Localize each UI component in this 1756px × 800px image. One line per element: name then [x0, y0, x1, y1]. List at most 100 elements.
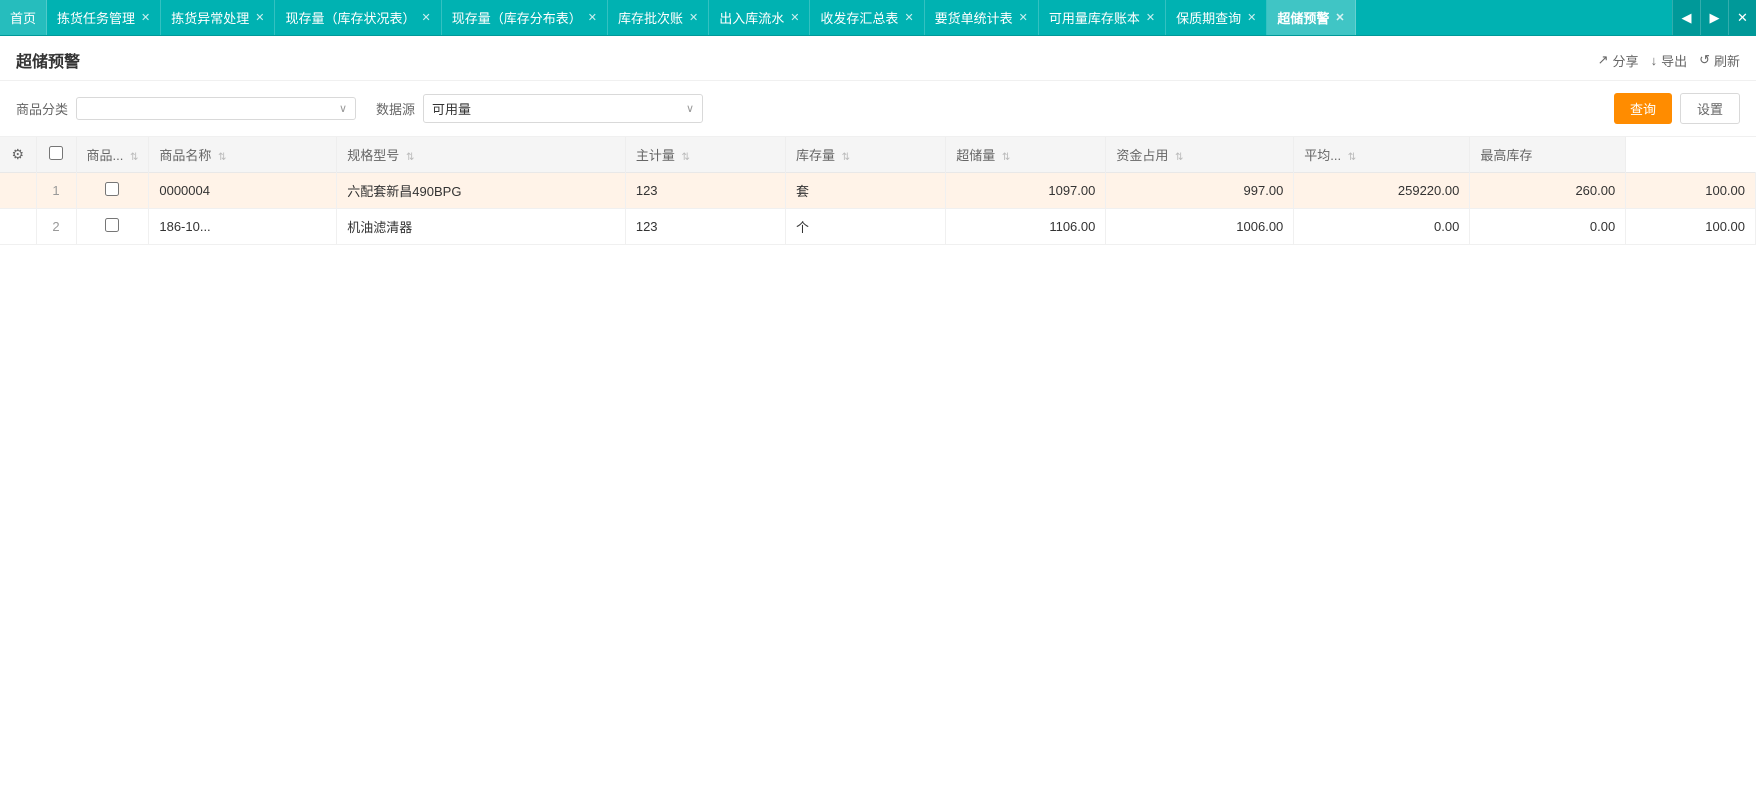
- nav-item-收发存汇总表[interactable]: 收发存汇总表 ✕: [810, 0, 924, 36]
- category-chevron-icon: ∨: [339, 102, 347, 115]
- sort-avg-icon: ⇅: [1348, 152, 1356, 163]
- col-product-name-label: 商品名称: [159, 148, 211, 163]
- category-filter-group: 商品分类 ∨: [16, 97, 356, 120]
- row-max-stock: 100.00: [1626, 173, 1756, 209]
- page-header: 超储预警 ↗ 分享 ↓ 导出 ↺ 刷新: [0, 36, 1756, 81]
- datasource-label: 数据源: [376, 99, 415, 118]
- export-label: 导出: [1661, 51, 1687, 70]
- col-over-stock-label: 超储量: [956, 148, 995, 163]
- nav-prev-btn[interactable]: ◀: [1672, 0, 1700, 36]
- sort-spec-icon: ⇅: [406, 152, 414, 163]
- nav-item-现存量库存分布表[interactable]: 现存量（库存分布表） ✕: [442, 0, 608, 36]
- nav-item-现存量库存状况表[interactable]: 现存量（库存状况表） ✕: [275, 0, 441, 36]
- col-select-all: [36, 137, 76, 173]
- col-max-stock-label: 最高库存: [1480, 148, 1532, 163]
- export-icon: ↓: [1651, 53, 1658, 68]
- close-tab-icon[interactable]: ✕: [255, 11, 264, 24]
- category-label: 商品分类: [16, 99, 68, 118]
- row-unit: 个: [786, 209, 946, 245]
- close-tab-icon[interactable]: ✕: [141, 11, 150, 24]
- nav-close-btn[interactable]: ✕: [1728, 0, 1756, 36]
- row-spec: 123: [625, 173, 785, 209]
- col-avg[interactable]: 平均... ⇅: [1294, 137, 1470, 173]
- nav-next-btn[interactable]: ▶: [1700, 0, 1728, 36]
- col-spec[interactable]: 规格型号 ⇅: [337, 137, 626, 173]
- refresh-button[interactable]: ↺ 刷新: [1699, 51, 1740, 70]
- row-product-code: 0000004: [149, 173, 337, 209]
- col-product-name[interactable]: 商品名称 ⇅: [149, 137, 337, 173]
- col-avg-label: 平均...: [1304, 148, 1341, 163]
- close-tab-icon[interactable]: ✕: [422, 11, 431, 24]
- settings-button[interactable]: 设置: [1680, 93, 1740, 124]
- col-over-stock[interactable]: 超储量 ⇅: [946, 137, 1106, 173]
- category-select[interactable]: ∨: [76, 97, 356, 120]
- row-avg: 260.00: [1470, 173, 1626, 209]
- col-gear: ⚙: [0, 137, 36, 173]
- row-capital: 259220.00: [1294, 173, 1470, 209]
- col-stock-label: 库存量: [796, 148, 835, 163]
- sort-over-stock-icon: ⇅: [1002, 152, 1010, 163]
- col-max-stock[interactable]: 最高库存: [1470, 137, 1626, 173]
- nav-item-超储预警[interactable]: 超储预警 ✕: [1267, 0, 1355, 36]
- row-number: 1: [36, 173, 76, 209]
- refresh-label: 刷新: [1714, 51, 1740, 70]
- col-unit[interactable]: 主计量 ⇅: [625, 137, 785, 173]
- row-product-name: 六配套新昌490BPG: [337, 173, 626, 209]
- row-capital: 0.00: [1294, 209, 1470, 245]
- refresh-icon: ↺: [1699, 52, 1710, 68]
- row-over-stock: 1006.00: [1106, 209, 1294, 245]
- close-tab-icon[interactable]: ✕: [904, 11, 913, 24]
- close-tab-icon[interactable]: ✕: [1146, 11, 1155, 24]
- page-container: 超储预警 ↗ 分享 ↓ 导出 ↺ 刷新 商品分类 ∨ 数据源: [0, 36, 1756, 800]
- row-stock: 1106.00: [946, 209, 1106, 245]
- close-tab-icon[interactable]: ✕: [1019, 11, 1028, 24]
- filter-actions: 查询 设置: [1614, 93, 1740, 124]
- nav-item-出入库流水[interactable]: 出入库流水 ✕: [709, 0, 810, 36]
- sort-unit-icon: ⇅: [681, 152, 689, 163]
- col-stock[interactable]: 库存量 ⇅: [786, 137, 946, 173]
- row-product-name: 机油滤清器: [337, 209, 626, 245]
- row-product-code: 186-10...: [149, 209, 337, 245]
- row-over-stock: 997.00: [1106, 173, 1294, 209]
- row-checkbox[interactable]: [105, 182, 119, 196]
- row-checkbox[interactable]: [105, 218, 119, 232]
- nav-item-保质期查询[interactable]: 保质期查询 ✕: [1166, 0, 1267, 36]
- row-unit: 套: [786, 173, 946, 209]
- nav-item-拣货异常处理[interactable]: 拣货异常处理 ✕: [161, 0, 275, 36]
- export-button[interactable]: ↓ 导出: [1651, 51, 1688, 70]
- share-label: 分享: [1613, 51, 1639, 70]
- sort-stock-icon: ⇅: [842, 152, 850, 163]
- close-tab-icon[interactable]: ✕: [790, 11, 799, 24]
- nav-item-要货单统计表[interactable]: 要货单统计表 ✕: [925, 0, 1039, 36]
- table-header-row: ⚙ 商品... ⇅ 商品名称 ⇅ 规格型号 ⇅: [0, 137, 1756, 173]
- row-gear-cell: [0, 209, 36, 245]
- query-button[interactable]: 查询: [1614, 93, 1672, 124]
- column-settings-icon[interactable]: ⚙: [11, 146, 24, 162]
- share-button[interactable]: ↗ 分享: [1598, 51, 1639, 70]
- page-title: 超储预警: [16, 48, 80, 72]
- row-checkbox-cell: [76, 209, 149, 245]
- row-avg: 0.00: [1470, 209, 1626, 245]
- table-row: 1 0000004 六配套新昌490BPG 123 套 1097.00 997.…: [0, 173, 1756, 209]
- top-navigation: 首页拣货任务管理 ✕拣货异常处理 ✕现存量（库存状况表） ✕现存量（库存分布表）…: [0, 0, 1756, 36]
- col-capital[interactable]: 资金占用 ⇅: [1106, 137, 1294, 173]
- sort-product-name-icon: ⇅: [218, 152, 226, 163]
- col-capital-label: 资金占用: [1116, 148, 1168, 163]
- close-tab-icon[interactable]: ✕: [1247, 11, 1256, 24]
- row-checkbox-cell: [76, 173, 149, 209]
- nav-item-拣货任务管理[interactable]: 拣货任务管理 ✕: [47, 0, 161, 36]
- datasource-select[interactable]: 可用量 ∨: [423, 94, 703, 123]
- close-tab-icon[interactable]: ✕: [1335, 11, 1344, 24]
- close-tab-icon[interactable]: ✕: [689, 11, 698, 24]
- table-row: 2 186-10... 机油滤清器 123 个 1106.00 1006.00 …: [0, 209, 1756, 245]
- col-spec-label: 规格型号: [347, 148, 399, 163]
- col-product-code[interactable]: 商品... ⇅: [76, 137, 149, 173]
- row-spec: 123: [625, 209, 785, 245]
- nav-item-首页[interactable]: 首页: [0, 0, 47, 36]
- sort-capital-icon: ⇅: [1175, 152, 1183, 163]
- col-product-code-label: 商品...: [87, 148, 124, 163]
- select-all-checkbox[interactable]: [49, 146, 63, 160]
- nav-item-库存批次账[interactable]: 库存批次账 ✕: [608, 0, 709, 36]
- close-tab-icon[interactable]: ✕: [588, 11, 597, 24]
- nav-item-可用量库存账本[interactable]: 可用量库存账本 ✕: [1039, 0, 1166, 36]
